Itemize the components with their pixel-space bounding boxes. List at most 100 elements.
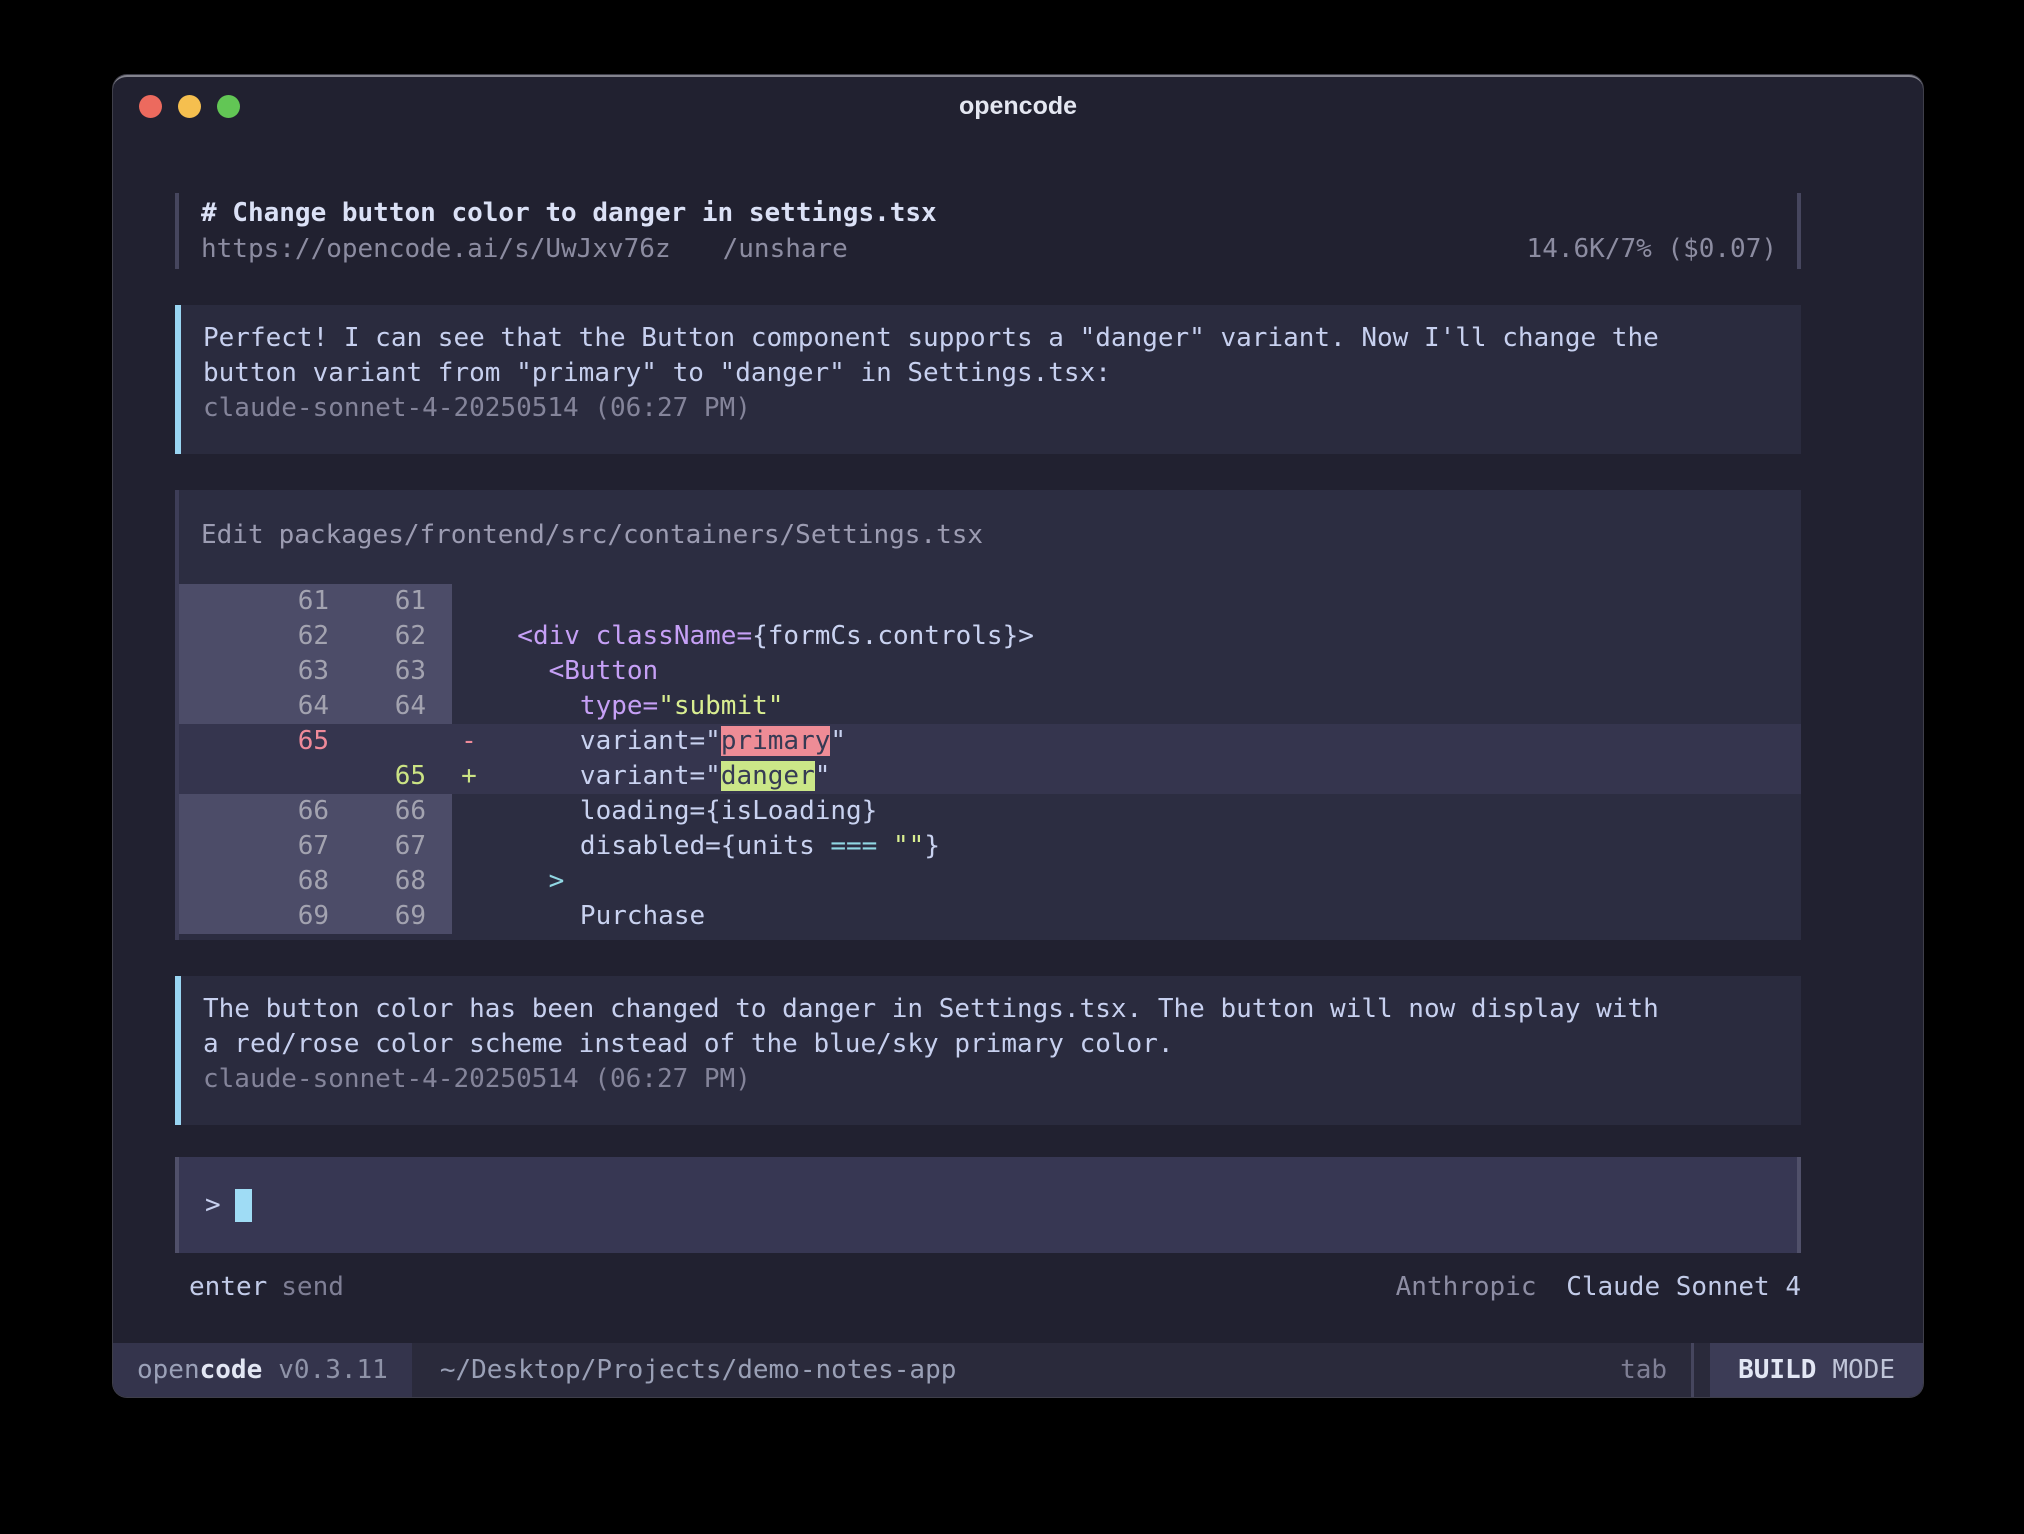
diff-row: 65 + variant="danger" — [179, 759, 1801, 794]
diff-line-number-new: 69 — [329, 899, 426, 934]
brand-code: code — [200, 1355, 263, 1385]
diff-line-number-new — [329, 724, 426, 759]
traffic-lights — [139, 77, 240, 135]
brand-open: open — [137, 1355, 200, 1385]
diff-line-number-old: 63 — [179, 654, 329, 689]
tool-file-path: packages/frontend/src/containers/Setting… — [279, 520, 983, 550]
diff-gutter: 6161 — [179, 584, 452, 619]
diff-line-number-old: 65 — [179, 724, 329, 759]
diff-sign — [452, 864, 486, 899]
opencode-window: opencode # Change button color to danger… — [113, 75, 1923, 1397]
diff-sign — [452, 829, 486, 864]
message-text: The button color has been changed to dan… — [203, 992, 1781, 1062]
diff-sign: - — [452, 724, 486, 759]
diff-row: 6767 disabled={units === ""} — [179, 829, 1801, 864]
diff-line-number-old: 67 — [179, 829, 329, 864]
diff-code: type="submit" — [486, 689, 783, 724]
send-action-hint: send — [281, 1269, 344, 1305]
diff-line-number-new: 66 — [329, 794, 426, 829]
diff-code: Purchase — [486, 899, 705, 934]
diff-body: 61616262 <div className={formCs.controls… — [179, 584, 1801, 934]
diff-code: > — [486, 864, 564, 899]
share-url[interactable]: https://opencode.ai/s/UwJxv76z — [201, 231, 671, 267]
diff-sign: + — [452, 759, 486, 794]
diff-line-number-new: 63 — [329, 654, 426, 689]
close-button[interactable] — [139, 95, 162, 118]
diff-row: 6262 <div className={formCs.controls}> — [179, 619, 1801, 654]
diff-row: 6464 type="submit" — [179, 689, 1801, 724]
diff-gutter: 6868 — [179, 864, 452, 899]
diff-code: disabled={units === ""} — [486, 829, 940, 864]
prompt-input[interactable]: > — [175, 1157, 1801, 1253]
mode-secondary: MODE — [1832, 1355, 1895, 1385]
message-line: Perfect! I can see that the Button compo… — [203, 321, 1781, 356]
titlebar[interactable]: opencode — [113, 77, 1923, 135]
diff-gutter: 6767 — [179, 829, 452, 864]
diff-sign — [452, 619, 486, 654]
diff-row: 6666 loading={isLoading} — [179, 794, 1801, 829]
working-directory: ~/Desktop/Projects/demo-notes-app — [440, 1343, 957, 1397]
diff-line-number-new: 65 — [329, 759, 426, 794]
message-text: Perfect! I can see that the Button compo… — [203, 321, 1781, 391]
message-line: a red/rose color scheme instead of the b… — [203, 1027, 1781, 1062]
tool-action: Edit — [201, 520, 264, 550]
mode-primary: BUILD — [1738, 1355, 1816, 1385]
enter-key-hint: enter — [189, 1269, 267, 1305]
assistant-message: The button color has been changed to dan… — [175, 976, 1801, 1125]
mode-indicator[interactable]: BUILD MODE — [1710, 1343, 1923, 1397]
prompt-symbol: > — [205, 1190, 221, 1220]
diff-code: <div className={formCs.controls}> — [486, 619, 1034, 654]
diff-line-number-old — [179, 759, 329, 794]
hint-row: enter send Anthropic Claude Sonnet 4 — [175, 1269, 1801, 1305]
diff-line-number-new: 64 — [329, 689, 426, 724]
unshare-command[interactable]: /unshare — [723, 231, 848, 267]
edit-tool-panel: Edit packages/frontend/src/containers/Set… — [175, 490, 1801, 940]
diff-sign — [452, 654, 486, 689]
diff-gutter: 65 — [179, 724, 452, 759]
edit-tool-header: Edit packages/frontend/src/containers/Set… — [179, 490, 1801, 584]
diff-line-number-new: 61 — [329, 584, 426, 619]
session-title: # Change button color to danger in setti… — [201, 195, 1777, 231]
diff-line-number-new: 62 — [329, 619, 426, 654]
diff-gutter: 6262 — [179, 619, 452, 654]
session-content: # Change button color to danger in setti… — [113, 135, 1923, 1343]
minimize-button[interactable] — [178, 95, 201, 118]
diff-sign — [452, 584, 486, 619]
diff-row: 6161 — [179, 584, 1801, 619]
session-header: # Change button color to danger in setti… — [175, 193, 1801, 269]
diff-line-number-old: 68 — [179, 864, 329, 899]
zoom-button[interactable] — [217, 95, 240, 118]
diff-line-number-old: 62 — [179, 619, 329, 654]
diff-gutter: 6969 — [179, 899, 452, 934]
diff-gutter: 6464 — [179, 689, 452, 724]
diff-gutter: 6363 — [179, 654, 452, 689]
diff-code: variant="danger" — [486, 759, 830, 794]
provider-label: Anthropic — [1396, 1272, 1537, 1302]
diff-row: 6363 <Button — [179, 654, 1801, 689]
model-label: Claude Sonnet 4 — [1566, 1272, 1801, 1302]
brand-segment: opencode v0.3.11 — [113, 1343, 412, 1397]
diff-row: 65 - variant="primary" — [179, 724, 1801, 759]
diff-gutter: 65 — [179, 759, 452, 794]
diff-sign — [452, 689, 486, 724]
diff-sign — [452, 794, 486, 829]
header-right-rule — [1797, 193, 1801, 269]
statusbar-divider — [1691, 1343, 1694, 1397]
message-meta: claude-sonnet-4-20250514 (06:27 PM) — [203, 391, 1781, 426]
diff-row: 6868 > — [179, 864, 1801, 899]
diff-line-number-old: 66 — [179, 794, 329, 829]
diff-line-number-old: 69 — [179, 899, 329, 934]
assistant-message: Perfect! I can see that the Button compo… — [175, 305, 1801, 454]
tab-key-hint[interactable]: tab — [1620, 1343, 1667, 1397]
text-cursor — [235, 1189, 252, 1222]
window-title: opencode — [959, 92, 1077, 121]
message-line: The button color has been changed to dan… — [203, 992, 1781, 1027]
diff-code: variant="primary" — [486, 724, 846, 759]
message-line: button variant from "primary" to "danger… — [203, 356, 1781, 391]
diff-line-number-old: 64 — [179, 689, 329, 724]
statusbar: opencode v0.3.11 ~/Desktop/Projects/demo… — [113, 1343, 1923, 1397]
diff-gutter: 6666 — [179, 794, 452, 829]
diff-code: <Button — [486, 654, 658, 689]
diff-line-number-new: 67 — [329, 829, 426, 864]
message-meta: claude-sonnet-4-20250514 (06:27 PM) — [203, 1062, 1781, 1097]
